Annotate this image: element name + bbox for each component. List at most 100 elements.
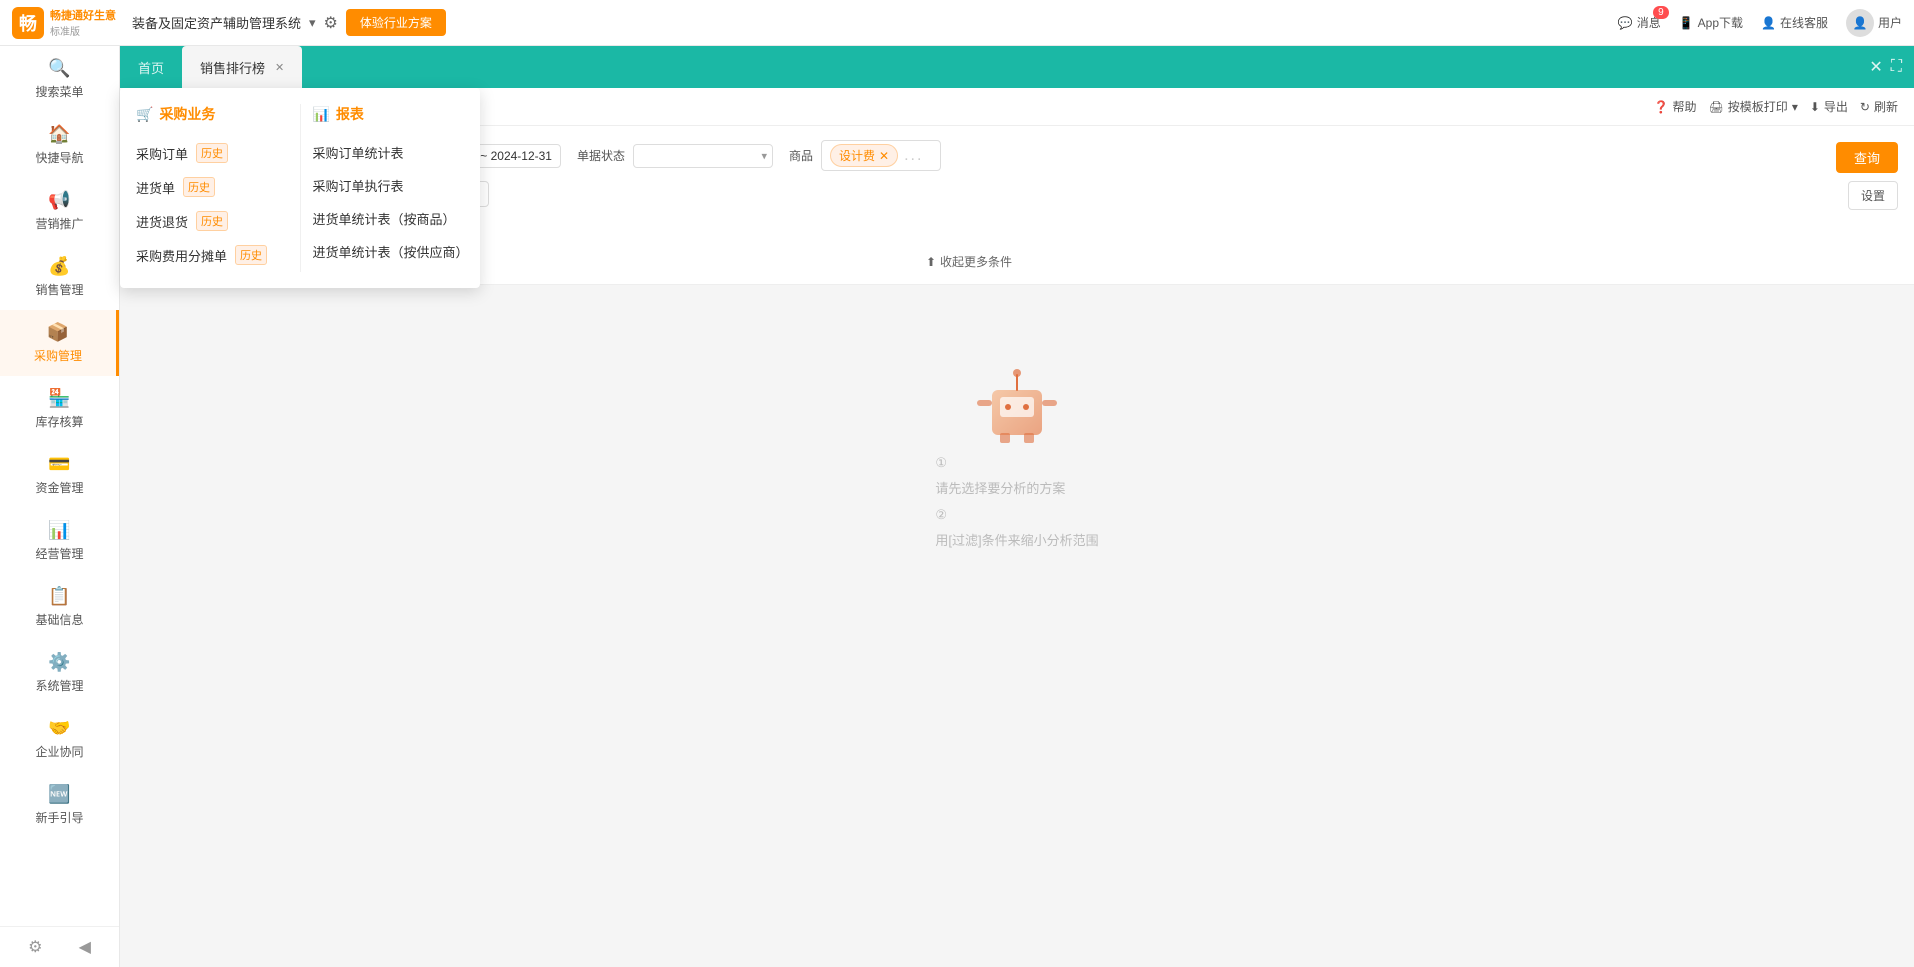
sidebar-item-nav[interactable]: 🏠 快捷导航 (0, 112, 119, 178)
empty-line2: ② 用[过滤]条件来缩小分析范围 (935, 502, 1098, 554)
header-system: 装备及固定资产辅助管理系统 ▾ ⚙ 体验行业方案 (132, 9, 1618, 36)
empty-state: ① 请先选择要分析的方案 ② 用[过滤]条件来缩小分析范围 (120, 285, 1914, 634)
goods-tag-remove[interactable]: ✕ (879, 149, 889, 163)
export-icon: ⬇ (1810, 100, 1820, 114)
tab-sales-rank[interactable]: 销售排行榜 ✕ (182, 46, 302, 88)
report-menu-icon: 📊 (313, 106, 330, 123)
dropdown-item-purchase-stock[interactable]: 进货单 历史 (136, 170, 288, 204)
settings-icon[interactable]: ⚙ (324, 13, 338, 33)
logo-area: 畅 畅捷通好生意 标准版 (12, 7, 132, 39)
export-btn[interactable]: ⬇ 导出 (1810, 98, 1848, 115)
tab-bar: 首页 销售排行榜 ✕ ✕ ⛶ (120, 46, 1914, 88)
sidebar-item-marketing[interactable]: 📢 营销推广 (0, 178, 119, 244)
sidebar-item-inventory[interactable]: 🏪 库存核算 (0, 376, 119, 442)
dropdown-item-report-2[interactable]: 采购订单执行表 (313, 169, 465, 202)
mobile-icon: 📱 (1679, 16, 1694, 30)
goods-more-dots[interactable]: ... (904, 147, 923, 165)
print-btn[interactable]: 🖨 按模板打印 ▾ (1709, 98, 1798, 115)
sidebar-label-purchase: 采购管理 (34, 347, 82, 364)
message-action[interactable]: 💬 消息 9 (1618, 14, 1661, 31)
settings-btn-right[interactable]: 设置 (1848, 181, 1898, 210)
dropdown-purchase-title: 🛒 采购业务 (136, 104, 288, 124)
tab-close-window-icon[interactable]: ✕ (1869, 57, 1882, 77)
sidebar-label-sales: 销售管理 (35, 281, 83, 298)
help-btn[interactable]: ❓ 帮助 (1654, 98, 1697, 115)
header-right: 💬 消息 9 📱 App下载 👤 在线客服 👤 用户 (1618, 9, 1902, 37)
industry-btn[interactable]: 体验行业方案 (346, 9, 446, 36)
sidebar-item-basic[interactable]: 📋 基础信息 (0, 574, 119, 640)
search-icon: 🔍 (48, 58, 70, 79)
sidebar-label-finance: 资金管理 (35, 479, 83, 496)
sidebar-item-search[interactable]: 🔍 搜索菜单 (0, 46, 119, 112)
dropdown-menu: 🛒 采购业务 采购订单 历史 进货单 历史 进货退货 历史 采购费用分摊单 历史… (120, 88, 480, 288)
purchase-icon: 📦 (47, 322, 69, 343)
purchase-menu-icon: 🛒 (136, 106, 153, 123)
message-badge: 9 (1653, 6, 1669, 19)
sidebar-bottom: ⚙ ◀ (0, 926, 119, 967)
tab-fullscreen-icon[interactable]: ⛶ (1891, 58, 1902, 76)
print-dropdown-icon[interactable]: ▾ (1792, 100, 1798, 114)
history-badge-1: 历史 (183, 177, 215, 197)
dropdown-item-purchase-order[interactable]: 采购订单 历史 (136, 136, 288, 170)
avatar: 👤 (1846, 9, 1874, 37)
sidebar-label-basic: 基础信息 (35, 611, 83, 628)
operations-icon: 📊 (48, 520, 70, 541)
sidebar-item-enterprise[interactable]: 🤝 企业协同 (0, 706, 119, 772)
dropdown-item-report-3[interactable]: 进货单统计表（按商品） (313, 202, 465, 235)
tab-home-label: 首页 (138, 58, 164, 77)
sidebar-item-system[interactable]: ⚙️ 系统管理 (0, 640, 119, 706)
home-icon: 🏠 (48, 124, 70, 145)
sales-icon: 💰 (48, 256, 70, 277)
system-name: 装备及固定资产辅助管理系统 (132, 13, 301, 32)
empty-text: ① 请先选择要分析的方案 ② 用[过滤]条件来缩小分析范围 (935, 450, 1098, 554)
inventory-icon: 🏪 (48, 388, 70, 409)
status-select[interactable] (633, 144, 773, 168)
tab-close-icon[interactable]: ✕ (275, 61, 284, 74)
sidebar-item-purchase[interactable]: 📦 采购管理 (0, 310, 119, 376)
sidebar-item-operations[interactable]: 📊 经营管理 (0, 508, 119, 574)
user-action[interactable]: 👤 用户 (1846, 9, 1902, 37)
enterprise-icon: 🤝 (48, 718, 70, 739)
sidebar-label-marketing: 营销推广 (35, 215, 83, 232)
system-dropdown-icon[interactable]: ▾ (309, 15, 316, 31)
online-service-action[interactable]: 👤 在线客服 (1761, 14, 1828, 31)
dropdown-item-report-1[interactable]: 采购订单统计表 (313, 136, 465, 169)
history-badge-3: 历史 (235, 245, 267, 265)
refresh-btn[interactable]: ↻ 刷新 (1860, 98, 1898, 115)
collapse-icon: ⬆ (926, 255, 936, 269)
sidebar-label-enterprise: 企业协同 (35, 743, 83, 760)
filter-goods: 商品 设计费 ✕ ... (789, 140, 941, 171)
sidebar-item-guide[interactable]: 🆕 新手引导 (0, 772, 119, 838)
bottom-settings-icon[interactable]: ⚙ (28, 937, 42, 957)
app-download-action[interactable]: 📱 App下载 (1679, 14, 1743, 31)
sidebar-label-nav: 快捷导航 (35, 149, 83, 166)
marketing-icon: 📢 (48, 190, 70, 211)
help-icon: ❓ (1654, 100, 1669, 114)
empty-illustration (967, 365, 1067, 450)
sidebar: 🔍 搜索菜单 🏠 快捷导航 📢 营销推广 💰 销售管理 📦 采购管理 🏪 库存核… (0, 46, 120, 967)
dropdown-item-purchase-expense[interactable]: 采购费用分摊单 历史 (136, 238, 288, 272)
logo-text: 畅捷通好生意 标准版 (50, 7, 116, 38)
history-badge-0: 历史 (196, 143, 228, 163)
sidebar-label-search: 搜索菜单 (35, 83, 83, 100)
goods-tag: 设计费 ✕ (830, 144, 898, 167)
dropdown-divider (300, 104, 301, 272)
logo-icon: 畅 (12, 7, 44, 39)
status-label: 单据状态 (577, 147, 625, 164)
sidebar-item-finance[interactable]: 💳 资金管理 (0, 442, 119, 508)
sidebar-label-system: 系统管理 (35, 677, 83, 694)
service-icon: 👤 (1761, 16, 1776, 30)
dropdown-purchase-col: 🛒 采购业务 采购订单 历史 进货单 历史 进货退货 历史 采购费用分摊单 历史 (136, 104, 288, 272)
sidebar-label-guide: 新手引导 (35, 809, 83, 826)
message-icon: 💬 (1618, 16, 1633, 30)
tab-home[interactable]: 首页 (120, 46, 182, 88)
print-icon: 🖨 (1709, 100, 1724, 114)
sidebar-item-sales[interactable]: 💰 销售管理 (0, 244, 119, 310)
query-btn[interactable]: 查询 (1836, 142, 1898, 173)
bottom-collapse-icon[interactable]: ◀ (79, 937, 91, 957)
dropdown-report-col: 📊 报表 采购订单统计表 采购订单执行表 进货单统计表（按商品） 进货单统计表（… (313, 104, 465, 272)
dropdown-item-report-4[interactable]: 进货单统计表（按供应商） (313, 235, 465, 268)
dropdown-item-purchase-return[interactable]: 进货退货 历史 (136, 204, 288, 238)
tab-sales-rank-label: 销售排行榜 (200, 58, 265, 77)
status-select-wrap (633, 144, 773, 168)
